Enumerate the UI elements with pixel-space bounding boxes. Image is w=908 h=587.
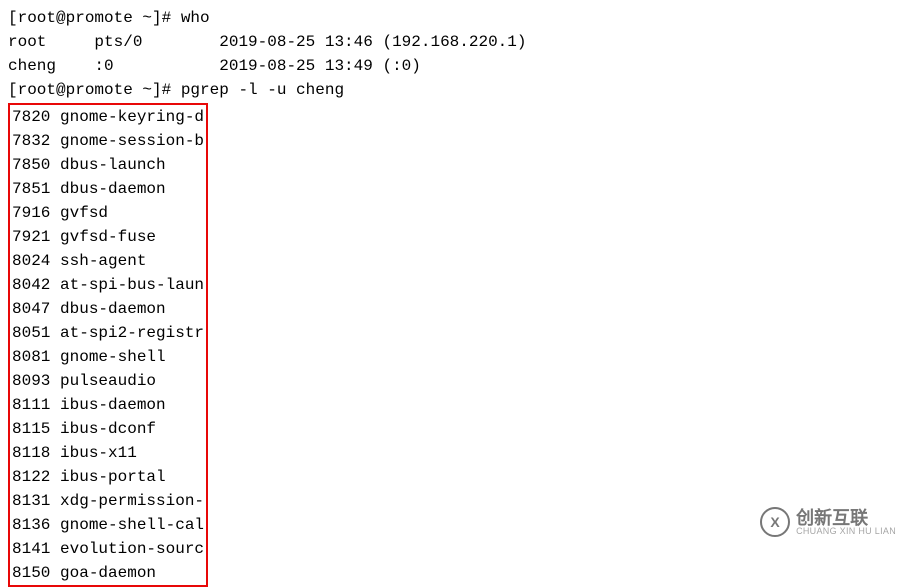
watermark-main: 创新互联 bbox=[796, 509, 896, 527]
prompt-line-2: [root@promote ~]# pgrep -l -u cheng bbox=[8, 78, 900, 102]
process-row: 8118 ibus-x11 bbox=[12, 441, 204, 465]
process-row: 8131 xdg-permission- bbox=[12, 489, 204, 513]
process-row: 7820 gnome-keyring-d bbox=[12, 105, 204, 129]
process-row: 8141 evolution-sourc bbox=[12, 537, 204, 561]
process-row: 8047 dbus-daemon bbox=[12, 297, 204, 321]
process-list: 7820 gnome-keyring-d7832 gnome-session-b… bbox=[12, 105, 204, 585]
process-row: 7850 dbus-launch bbox=[12, 153, 204, 177]
shell-prompt: [root@promote ~]# bbox=[8, 9, 181, 27]
process-row: 8122 ibus-portal bbox=[12, 465, 204, 489]
process-row: 8024 ssh-agent bbox=[12, 249, 204, 273]
watermark: X 创新互联 CHUANG XIN HU LIAN bbox=[760, 507, 896, 537]
process-row: 7851 dbus-daemon bbox=[12, 177, 204, 201]
watermark-text: 创新互联 CHUANG XIN HU LIAN bbox=[796, 509, 896, 536]
process-row: 7921 gvfsd-fuse bbox=[12, 225, 204, 249]
process-row: 8042 at-spi-bus-laun bbox=[12, 273, 204, 297]
process-row: 8051 at-spi2-registr bbox=[12, 321, 204, 345]
process-row: 8150 goa-daemon bbox=[12, 561, 204, 585]
process-row: 8136 gnome-shell-cal bbox=[12, 513, 204, 537]
process-row: 7832 gnome-session-b bbox=[12, 129, 204, 153]
watermark-sub: CHUANG XIN HU LIAN bbox=[796, 527, 896, 536]
command-who: who bbox=[181, 9, 210, 27]
process-row: 8111 ibus-daemon bbox=[12, 393, 204, 417]
who-output-row: root pts/0 2019-08-25 13:46 (192.168.220… bbox=[8, 30, 900, 54]
process-row: 7916 gvfsd bbox=[12, 201, 204, 225]
process-row: 8081 gnome-shell bbox=[12, 345, 204, 369]
process-row: 8115 ibus-dconf bbox=[12, 417, 204, 441]
who-output-row: cheng :0 2019-08-25 13:49 (:0) bbox=[8, 54, 900, 78]
command-pgrep: pgrep -l -u cheng bbox=[181, 81, 344, 99]
prompt-line-1: [root@promote ~]# who bbox=[8, 6, 900, 30]
process-row: 8093 pulseaudio bbox=[12, 369, 204, 393]
highlight-box: 7820 gnome-keyring-d7832 gnome-session-b… bbox=[8, 103, 208, 587]
watermark-logo-icon: X bbox=[760, 507, 790, 537]
shell-prompt: [root@promote ~]# bbox=[8, 81, 181, 99]
